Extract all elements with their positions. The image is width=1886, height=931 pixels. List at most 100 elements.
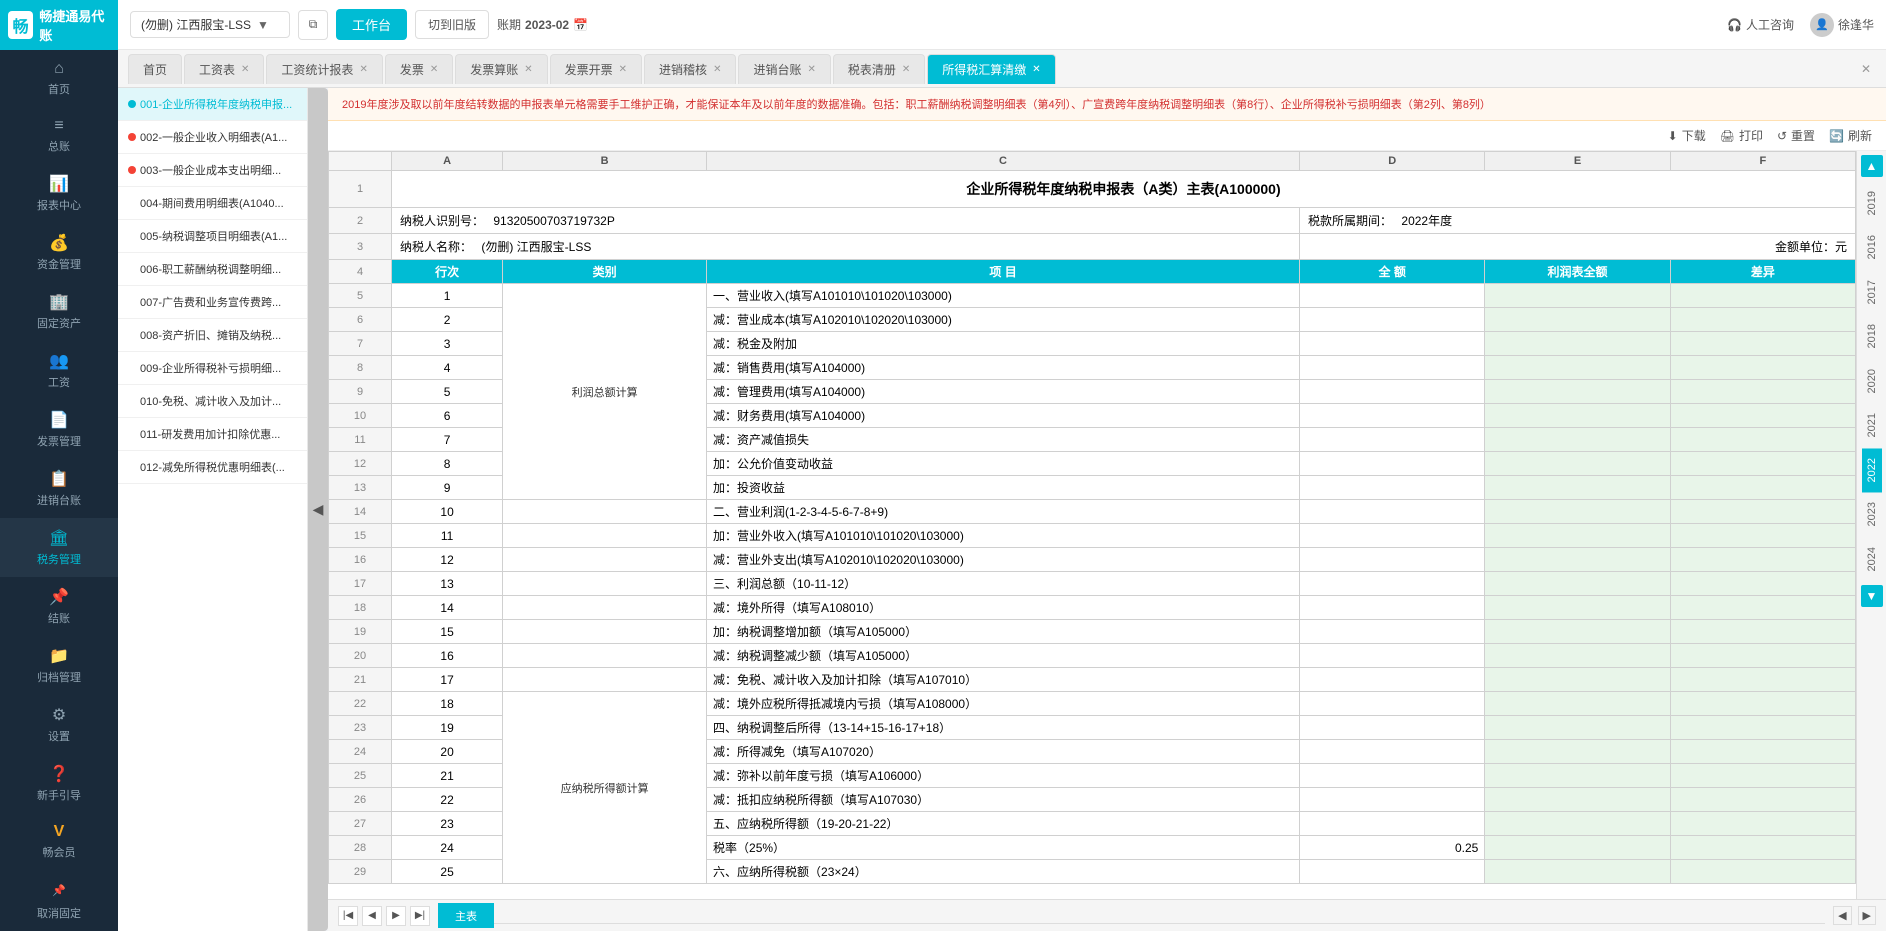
table-row: 16 12 减：营业外支出(填写A102010\102020\103000) — [329, 548, 1856, 572]
table-row-3: 3 纳税人名称： (勿删) 江西服宝-LSS 金额单位：元 — [329, 234, 1856, 260]
year-2017[interactable]: 2017 — [1862, 270, 1882, 314]
year-2023[interactable]: 2023 — [1862, 492, 1882, 536]
copy-button[interactable]: ⧉ — [298, 10, 328, 40]
taxpayer-id-cell: 纳税人识别号： 91320500703719732P — [392, 208, 1300, 234]
tab-sales-ledger[interactable]: 进销台账 ✕ — [738, 54, 830, 84]
print-icon: 🖨 — [1720, 129, 1735, 143]
sidebar-item-home[interactable]: ⌂ 首页 — [0, 50, 118, 107]
status-dot-012 — [128, 463, 136, 471]
refresh-icon: 🔄 — [1829, 129, 1844, 143]
year-2021[interactable]: 2021 — [1862, 403, 1882, 447]
table-row: 14 10 二、营业利润(1-2-3-4-5-6-7-8+9) — [329, 500, 1856, 524]
left-panel-item-003[interactable]: 003-一般企业成本支出明细... — [118, 154, 307, 187]
tab-payroll-stats[interactable]: 工资统计报表 ✕ — [266, 54, 382, 84]
sidebar-item-member[interactable]: V 畅会员 — [0, 813, 118, 870]
sidebar-item-sales[interactable]: 📋 进销台账 — [0, 459, 118, 518]
year-2019[interactable]: 2019 — [1862, 181, 1882, 225]
left-panel-item-012[interactable]: 012-减免所得税优惠明细表(... — [118, 451, 307, 484]
sidebar-item-assets[interactable]: 🏢 固定资产 — [0, 282, 118, 341]
left-panel-item-002[interactable]: 002-一般企业收入明细表(A1... — [118, 121, 307, 154]
tab-payroll[interactable]: 工资表 ✕ — [184, 54, 264, 84]
workspace-button[interactable]: 工作台 — [336, 9, 407, 40]
sidebar-item-closing[interactable]: 📌 结账 — [0, 577, 118, 636]
app-name: 畅捷通易代账 — [39, 6, 110, 44]
tab-payroll-close[interactable]: ✕ — [241, 64, 249, 75]
sheet-nav-last[interactable]: ▶| — [410, 906, 430, 926]
row-a-1: 1 — [392, 284, 503, 308]
sheet-nav-first[interactable]: |◀ — [338, 906, 358, 926]
spreadsheet[interactable]: A B C D E F 1 企业所 — [328, 151, 1856, 899]
tab-income-tax[interactable]: 所得税汇算清缴 ✕ — [927, 54, 1055, 84]
left-panel-item-001[interactable]: 001-企业所得税年度纳税申报... — [118, 88, 307, 121]
calendar-icon[interactable]: 📅 — [573, 18, 588, 32]
sidebar-item-tax[interactable]: 🏛 税务管理 — [0, 518, 118, 577]
tab-invoice-calc[interactable]: 发票算账 ✕ — [455, 54, 547, 84]
period-label: 账期 — [497, 16, 521, 33]
tab-home-label: 首页 — [143, 61, 167, 78]
sheet-nav-next[interactable]: ▶ — [386, 906, 406, 926]
col-c-header: C — [707, 152, 1300, 171]
tab-income-tax-close[interactable]: ✕ — [1032, 64, 1040, 75]
print-button[interactable]: 🖨 打印 — [1720, 127, 1763, 144]
tab-sales-ledger-close[interactable]: ✕ — [807, 64, 815, 75]
left-panel-item-005[interactable]: 005-纳税调整项目明细表(A1... — [118, 220, 307, 253]
tab-payroll-stats-close[interactable]: ✕ — [359, 64, 367, 75]
scroll-right-icon[interactable]: ▶ — [1858, 906, 1876, 925]
user-menu[interactable]: 👤 徐逢华 — [1810, 13, 1874, 37]
year-scroll-controls: ▲ — [1857, 151, 1886, 181]
assets-icon: 🏢 — [49, 292, 69, 312]
tab-sales-audit[interactable]: 进销稽核 ✕ — [644, 54, 736, 84]
tab-sales-audit-close[interactable]: ✕ — [713, 64, 721, 75]
sidebar-unpin[interactable]: 📌 取消固定 — [0, 874, 118, 931]
logo-icon: 畅 — [8, 11, 33, 39]
reset-icon: ↺ — [1777, 129, 1787, 143]
sidebar-item-invoices[interactable]: 📄 发票管理 — [0, 400, 118, 459]
left-panel-item-009[interactable]: 009-企业所得税补亏损明细... — [118, 352, 307, 385]
year-2018[interactable]: 2018 — [1862, 314, 1882, 358]
tab-invoice-open[interactable]: 发票开票 ✕ — [550, 54, 642, 84]
sheet-nav-prev[interactable]: ◀ — [362, 906, 382, 926]
left-panel-item-007[interactable]: 007-广告费和业务宣传费跨... — [118, 286, 307, 319]
tab-invoice[interactable]: 发票 ✕ — [385, 54, 453, 84]
row-d-1 — [1300, 284, 1485, 308]
tab-invoice-calc-close[interactable]: ✕ — [524, 64, 532, 75]
year-2020[interactable]: 2020 — [1862, 359, 1882, 403]
warning-bar: 2019年度涉及取以前年度结转数据的申报表单元格需要手工维护正确，才能保证本年及… — [328, 88, 1886, 121]
row-c-1: 一、营业收入(填写A101010\101020\103000) — [707, 284, 1300, 308]
sidebar-item-ledger[interactable]: ≡ 总账 — [0, 107, 118, 164]
company-selector[interactable]: (勿删) 江西服宝-LSS ▼ — [130, 11, 290, 38]
reset-button[interactable]: ↺ 重置 — [1777, 127, 1815, 144]
left-panel-item-011[interactable]: 011-研发费用加计扣除优惠... — [118, 418, 307, 451]
ai-service-button[interactable]: 🎧 人工咨询 — [1727, 16, 1794, 33]
sidebar-item-guide[interactable]: ❓ 新手引导 — [0, 754, 118, 813]
sidebar-item-funds[interactable]: 💰 资金管理 — [0, 223, 118, 282]
tab-close-all-icon[interactable]: ✕ — [1856, 59, 1876, 79]
scroll-up-button[interactable]: ▲ — [1861, 155, 1883, 177]
panel-toggle-button[interactable]: ◀ — [308, 88, 328, 931]
sidebar-label-funds: 资金管理 — [37, 256, 81, 272]
refresh-button[interactable]: 🔄 刷新 — [1829, 127, 1872, 144]
tab-tax-table[interactable]: 税表清册 ✕ — [833, 54, 925, 84]
scroll-left-icon[interactable]: ◀ — [1833, 906, 1851, 925]
year-2024[interactable]: 2024 — [1862, 537, 1882, 581]
period-switch-button[interactable]: 切到旧版 — [415, 10, 489, 39]
table-row: 20 16 减：纳税调整减少额（填写A105000） — [329, 644, 1856, 668]
download-button[interactable]: ⬇ 下载 — [1668, 127, 1706, 144]
tab-tax-table-close[interactable]: ✕ — [902, 64, 910, 75]
left-panel-item-004[interactable]: 004-期间费用明细表(A1040... — [118, 187, 307, 220]
sidebar-item-reports[interactable]: 📊 报表中心 — [0, 164, 118, 223]
left-panel-item-010[interactable]: 010-免税、减计收入及加计... — [118, 385, 307, 418]
sheet-tab-main[interactable]: 主表 — [438, 903, 494, 928]
tab-invoice-open-close[interactable]: ✕ — [619, 64, 627, 75]
tab-home[interactable]: 首页 — [128, 54, 182, 84]
scroll-down-button[interactable]: ▼ — [1861, 585, 1883, 607]
year-2016[interactable]: 2016 — [1862, 225, 1882, 269]
sidebar-item-payroll[interactable]: 👥 工资 — [0, 341, 118, 400]
sidebar-item-archive[interactable]: 📁 归档管理 — [0, 636, 118, 695]
year-2022[interactable]: 2022 — [1862, 448, 1882, 492]
left-panel-item-006[interactable]: 006-职工薪酬纳税调整明细... — [118, 253, 307, 286]
tab-invoice-close[interactable]: ✕ — [430, 64, 438, 75]
left-panel-item-008[interactable]: 008-资产折旧、摊销及纳税... — [118, 319, 307, 352]
headset-icon: 🎧 — [1727, 18, 1742, 32]
sidebar-item-settings[interactable]: ⚙ 设置 — [0, 695, 118, 754]
